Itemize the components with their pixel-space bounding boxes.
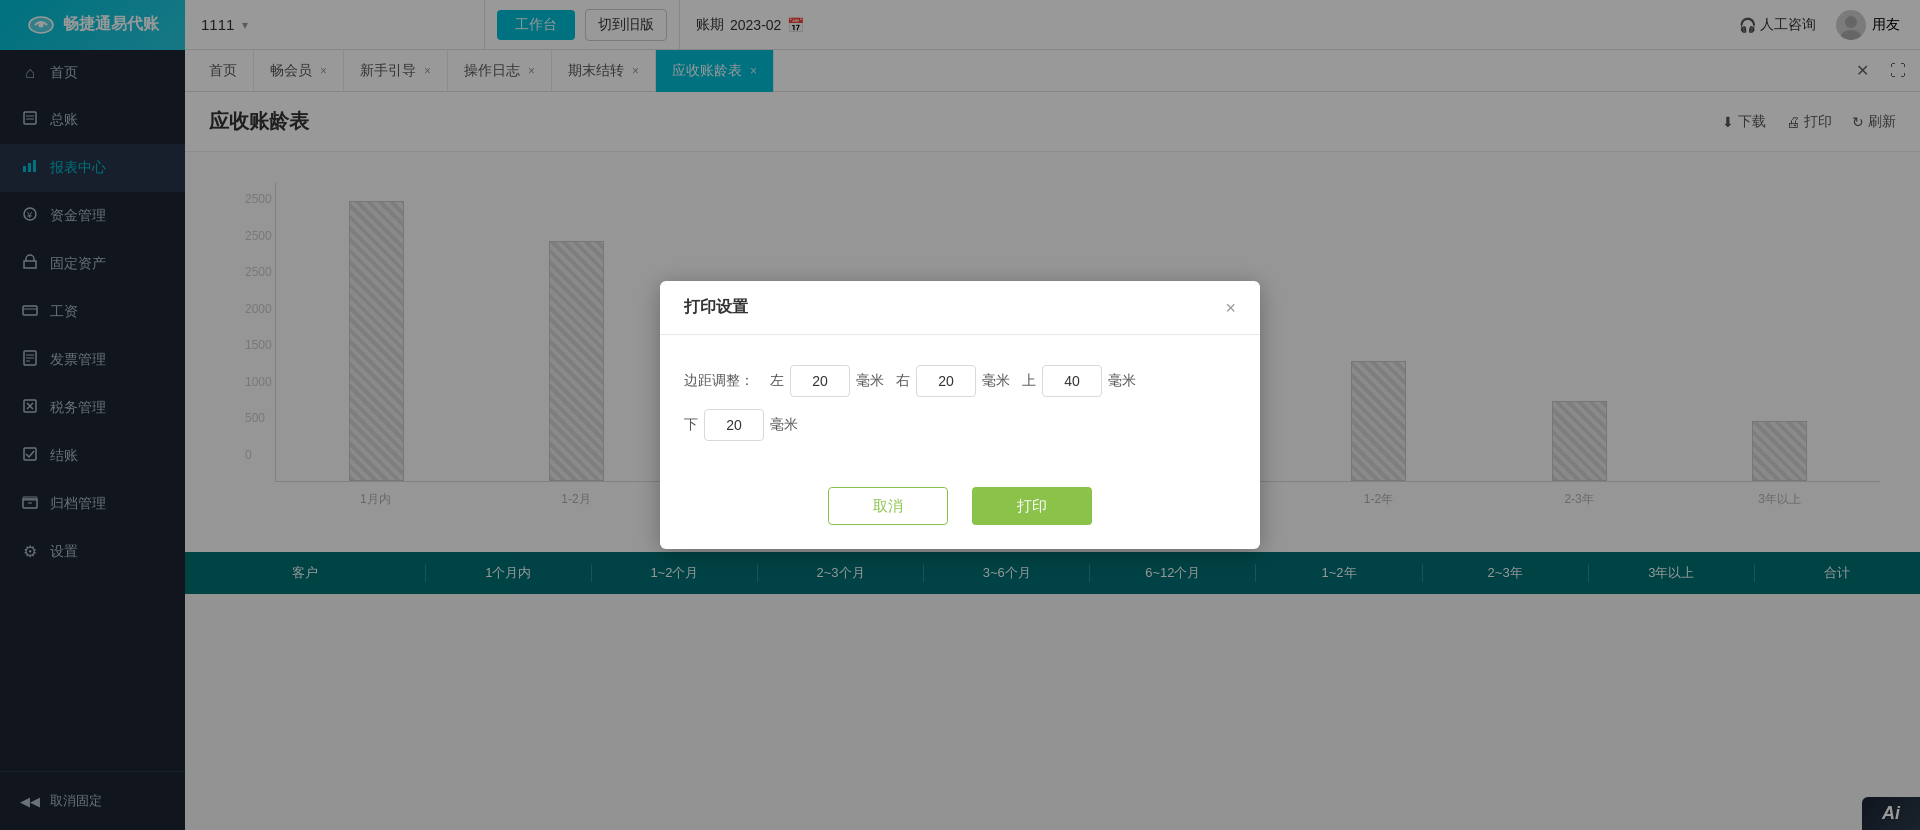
left-margin-input[interactable] bbox=[790, 365, 850, 397]
modal-footer: 取消 打印 bbox=[660, 471, 1260, 549]
left-label: 左 bbox=[770, 372, 784, 390]
modal-title: 打印设置 bbox=[684, 297, 748, 318]
bottom-unit: 毫米 bbox=[770, 416, 798, 434]
margin-label: 边距调整： bbox=[684, 372, 754, 390]
modal-overlay: 打印设置 × 边距调整： 左 毫米 右 毫米 上 毫米 bbox=[0, 0, 1920, 830]
left-margin-group: 左 毫米 bbox=[770, 365, 884, 397]
right-margin-group: 右 毫米 bbox=[896, 365, 1010, 397]
right-margin-input[interactable] bbox=[916, 365, 976, 397]
print-confirm-button[interactable]: 打印 bbox=[972, 487, 1092, 525]
bottom-label: 下 bbox=[684, 416, 698, 434]
top-margin-input[interactable] bbox=[1042, 365, 1102, 397]
top-label: 上 bbox=[1022, 372, 1036, 390]
margin-row: 边距调整： 左 毫米 右 毫米 上 毫米 下 bbox=[684, 365, 1236, 441]
modal-header: 打印设置 × bbox=[660, 281, 1260, 335]
print-dialog: 打印设置 × 边距调整： 左 毫米 右 毫米 上 毫米 bbox=[660, 281, 1260, 549]
cancel-button[interactable]: 取消 bbox=[828, 487, 948, 525]
top-unit: 毫米 bbox=[1108, 372, 1136, 390]
right-unit: 毫米 bbox=[982, 372, 1010, 390]
left-unit: 毫米 bbox=[856, 372, 884, 390]
right-label: 右 bbox=[896, 372, 910, 390]
top-margin-group: 上 毫米 bbox=[1022, 365, 1136, 397]
modal-body: 边距调整： 左 毫米 右 毫米 上 毫米 下 bbox=[660, 335, 1260, 471]
close-dialog-button[interactable]: × bbox=[1225, 299, 1236, 317]
bottom-margin-input[interactable] bbox=[704, 409, 764, 441]
bottom-margin-group: 下 毫米 bbox=[684, 409, 798, 441]
